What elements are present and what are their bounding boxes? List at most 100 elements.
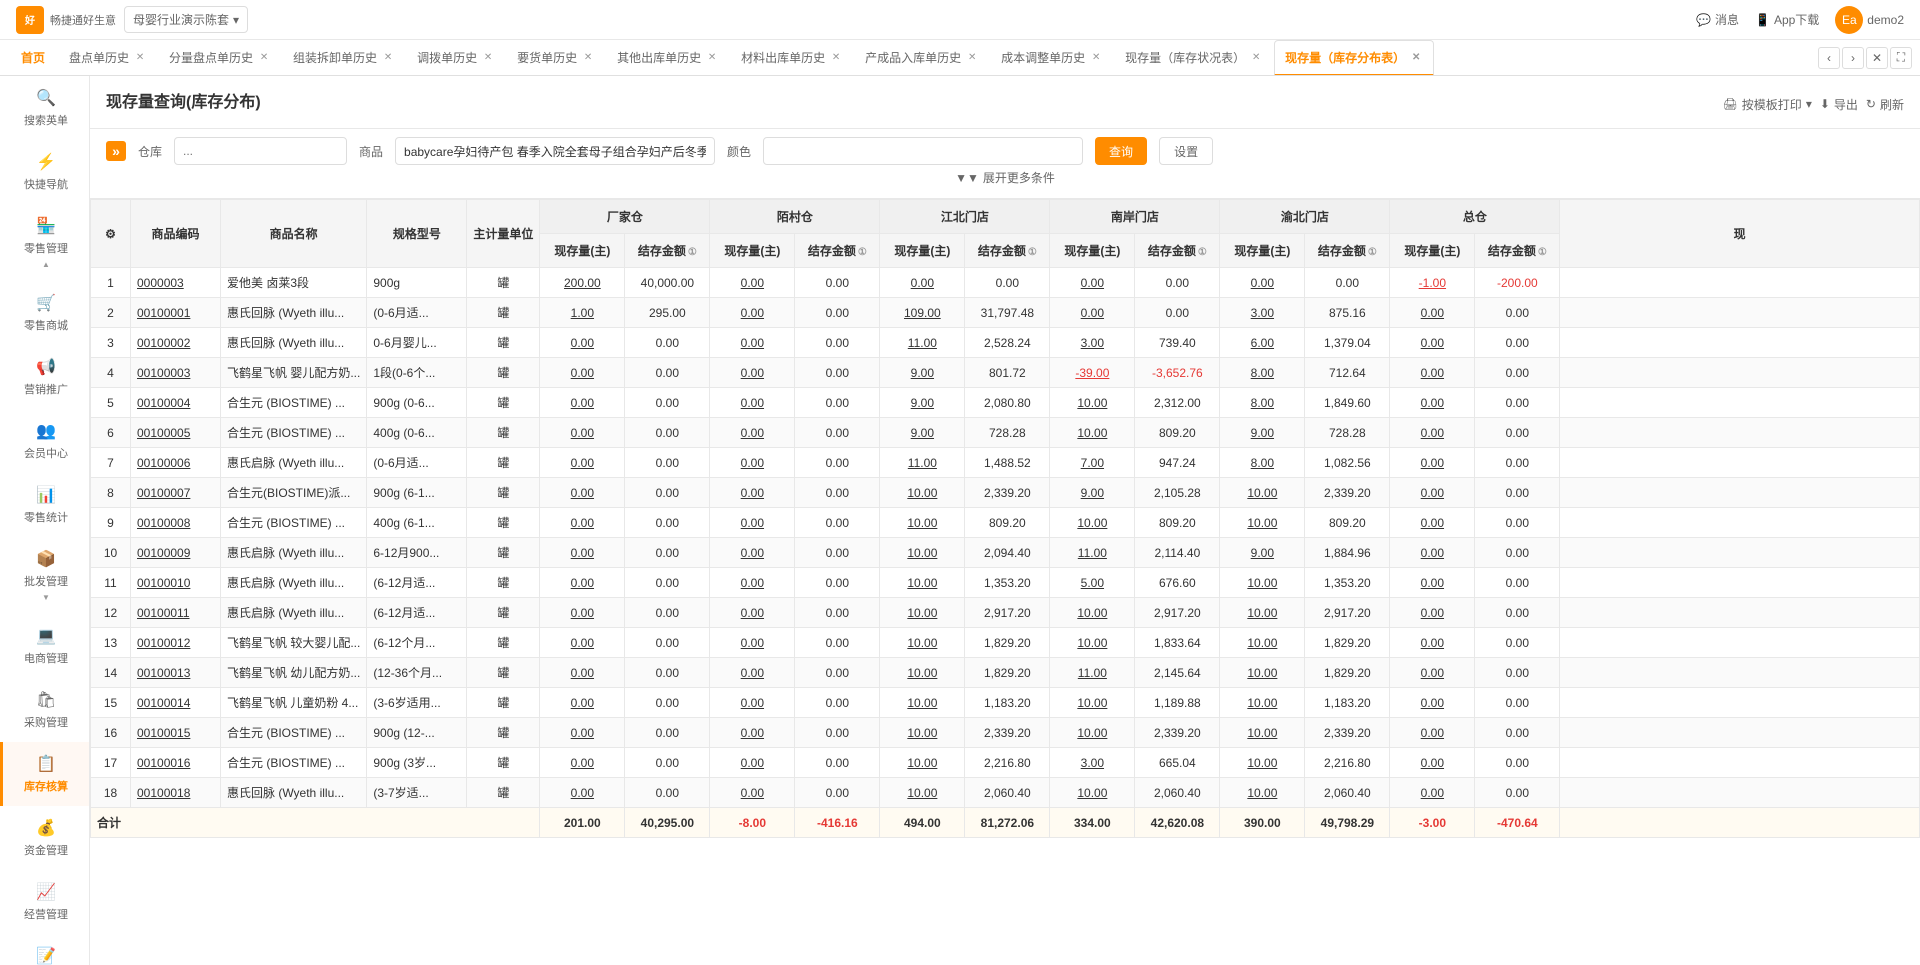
cell-na-qty[interactable]: 11.00 bbox=[1050, 538, 1135, 568]
tab-sub-count[interactable]: 分量盘点单历史 ✕ bbox=[158, 40, 282, 76]
cell-na-qty[interactable]: 10.00 bbox=[1050, 778, 1135, 808]
cell-code[interactable]: 00100006 bbox=[131, 448, 221, 478]
cell-jb-qty[interactable]: 10.00 bbox=[880, 628, 965, 658]
store-selector[interactable]: 母婴行业演示陈套 ▾ bbox=[124, 6, 248, 33]
cell-mc-qty[interactable]: 0.00 bbox=[710, 388, 795, 418]
cell-mc-qty[interactable]: 0.00 bbox=[710, 598, 795, 628]
cell-jb-qty[interactable]: 11.00 bbox=[880, 328, 965, 358]
sidebar-item-purchase[interactable]: 🛍 采购管理 bbox=[0, 678, 89, 742]
cell-yb-qty[interactable]: 3.00 bbox=[1220, 298, 1305, 328]
cell-mc-qty[interactable]: 0.00 bbox=[710, 418, 795, 448]
cell-jb-qty[interactable]: 9.00 bbox=[880, 358, 965, 388]
cell-na-qty[interactable]: 11.00 bbox=[1050, 658, 1135, 688]
tab-close-icon[interactable]: ✕ bbox=[1409, 50, 1423, 64]
tab-close-icon[interactable]: ✕ bbox=[481, 51, 495, 65]
cell-mc-qty[interactable]: 0.00 bbox=[710, 268, 795, 298]
cell-fj-qty[interactable]: 0.00 bbox=[540, 568, 625, 598]
cell-zc-qty[interactable]: 0.00 bbox=[1390, 418, 1475, 448]
cell-fj-qty[interactable]: 200.00 bbox=[540, 268, 625, 298]
goods-input[interactable] bbox=[395, 137, 715, 165]
cell-na-qty[interactable]: 10.00 bbox=[1050, 388, 1135, 418]
cell-code[interactable]: 00100002 bbox=[131, 328, 221, 358]
cell-yb-qty[interactable]: 8.00 bbox=[1220, 448, 1305, 478]
cell-zc-qty[interactable]: 0.00 bbox=[1390, 688, 1475, 718]
cell-code[interactable]: 00100009 bbox=[131, 538, 221, 568]
cell-yb-qty[interactable]: 6.00 bbox=[1220, 328, 1305, 358]
cell-yb-qty[interactable]: 10.00 bbox=[1220, 718, 1305, 748]
cell-jb-qty[interactable]: 10.00 bbox=[880, 658, 965, 688]
cell-zc-qty[interactable]: 0.00 bbox=[1390, 298, 1475, 328]
cell-na-qty[interactable]: 10.00 bbox=[1050, 508, 1135, 538]
tab-material-out[interactable]: 材料出库单历史 ✕ bbox=[730, 40, 854, 76]
cell-mc-qty[interactable]: 0.00 bbox=[710, 778, 795, 808]
cell-mc-qty[interactable]: 0.00 bbox=[710, 688, 795, 718]
cell-na-qty[interactable]: 10.00 bbox=[1050, 628, 1135, 658]
cell-na-qty[interactable]: 10.00 bbox=[1050, 718, 1135, 748]
cell-zc-qty[interactable]: 0.00 bbox=[1390, 778, 1475, 808]
query-btn[interactable]: 查询 bbox=[1095, 137, 1147, 165]
cell-yb-qty[interactable]: 10.00 bbox=[1220, 658, 1305, 688]
cell-fj-qty[interactable]: 0.00 bbox=[540, 328, 625, 358]
cell-yb-qty[interactable]: 10.00 bbox=[1220, 778, 1305, 808]
cell-code[interactable]: 00100010 bbox=[131, 568, 221, 598]
cell-mc-qty[interactable]: 0.00 bbox=[710, 478, 795, 508]
tab-requisition[interactable]: 要货单历史 ✕ bbox=[506, 40, 606, 76]
sidebar-item-finance[interactable]: 💰 资金管理 bbox=[0, 806, 89, 870]
cell-code[interactable]: 00100008 bbox=[131, 508, 221, 538]
tab-transfer[interactable]: 调拨单历史 ✕ bbox=[406, 40, 506, 76]
cell-fj-qty[interactable]: 0.00 bbox=[540, 628, 625, 658]
cell-zc-qty[interactable]: 0.00 bbox=[1390, 538, 1475, 568]
cell-yb-qty[interactable]: 10.00 bbox=[1220, 598, 1305, 628]
cell-code[interactable]: 00100005 bbox=[131, 418, 221, 448]
sidebar-item-retail-stat[interactable]: 📊 零售统计 bbox=[0, 473, 89, 537]
cell-yb-qty[interactable]: 0.00 bbox=[1220, 268, 1305, 298]
cell-fj-qty[interactable]: 0.00 bbox=[540, 418, 625, 448]
info-icon[interactable]: ① bbox=[858, 247, 867, 258]
setting-btn[interactable]: 设置 bbox=[1159, 137, 1213, 165]
cell-fj-qty[interactable]: 0.00 bbox=[540, 358, 625, 388]
cell-zc-qty[interactable]: 0.00 bbox=[1390, 748, 1475, 778]
tab-other-out[interactable]: 其他出库单历史 ✕ bbox=[606, 40, 730, 76]
tab-close-icon[interactable]: ✕ bbox=[581, 51, 595, 65]
cell-yb-qty[interactable]: 9.00 bbox=[1220, 418, 1305, 448]
tab-expand-btn[interactable]: ⛶ bbox=[1890, 47, 1912, 69]
cell-mc-qty[interactable]: 0.00 bbox=[710, 328, 795, 358]
cell-code[interactable]: 0000003 bbox=[131, 268, 221, 298]
cell-code[interactable]: 00100004 bbox=[131, 388, 221, 418]
cell-jb-qty[interactable]: 10.00 bbox=[880, 508, 965, 538]
cell-fj-qty[interactable]: 0.00 bbox=[540, 388, 625, 418]
cell-jb-qty[interactable]: 10.00 bbox=[880, 718, 965, 748]
cell-yb-qty[interactable]: 10.00 bbox=[1220, 478, 1305, 508]
cell-mc-qty[interactable]: 0.00 bbox=[710, 628, 795, 658]
cell-na-qty[interactable]: 3.00 bbox=[1050, 748, 1135, 778]
tab-cost-adj[interactable]: 成本调整单历史 ✕ bbox=[990, 40, 1114, 76]
tab-close-icon[interactable]: ✕ bbox=[705, 51, 719, 65]
tab-product-in[interactable]: 产成品入库单历史 ✕ bbox=[854, 40, 990, 76]
cell-zc-qty[interactable]: 0.00 bbox=[1390, 718, 1475, 748]
cell-fj-qty[interactable]: 0.00 bbox=[540, 448, 625, 478]
cell-code[interactable]: 00100011 bbox=[131, 598, 221, 628]
sidebar-item-member[interactable]: 👥 会员中心 bbox=[0, 409, 89, 473]
cell-fj-qty[interactable]: 0.00 bbox=[540, 508, 625, 538]
expand-toggle-btn[interactable]: » bbox=[106, 141, 126, 161]
cell-jb-qty[interactable]: 9.00 bbox=[880, 418, 965, 448]
cell-na-qty[interactable]: 9.00 bbox=[1050, 478, 1135, 508]
info-icon[interactable]: ① bbox=[1198, 247, 1207, 258]
tab-prev-btn[interactable]: ‹ bbox=[1818, 47, 1840, 69]
export-btn[interactable]: ⬇ 导出 bbox=[1820, 96, 1858, 113]
cell-zc-qty[interactable]: 0.00 bbox=[1390, 358, 1475, 388]
cell-code[interactable]: 00100003 bbox=[131, 358, 221, 388]
cell-code[interactable]: 00100013 bbox=[131, 658, 221, 688]
cell-mc-qty[interactable]: 0.00 bbox=[710, 658, 795, 688]
cell-fj-qty[interactable]: 0.00 bbox=[540, 598, 625, 628]
sidebar-item-basic[interactable]: 📝 基础信息 bbox=[0, 934, 89, 965]
cell-na-qty[interactable]: 0.00 bbox=[1050, 298, 1135, 328]
cell-jb-qty[interactable]: 10.00 bbox=[880, 778, 965, 808]
cell-zc-qty[interactable]: 0.00 bbox=[1390, 478, 1475, 508]
sidebar-item-wholesale[interactable]: 📦 批发管理 ▼ bbox=[0, 537, 89, 614]
sidebar-item-stock[interactable]: 📋 库存核算 bbox=[0, 742, 89, 806]
cell-zc-qty[interactable]: 0.00 bbox=[1390, 388, 1475, 418]
tab-home[interactable]: 首页 bbox=[8, 40, 58, 76]
cell-na-qty[interactable]: 5.00 bbox=[1050, 568, 1135, 598]
tab-kit-apart[interactable]: 组装拆卸单历史 ✕ bbox=[282, 40, 406, 76]
